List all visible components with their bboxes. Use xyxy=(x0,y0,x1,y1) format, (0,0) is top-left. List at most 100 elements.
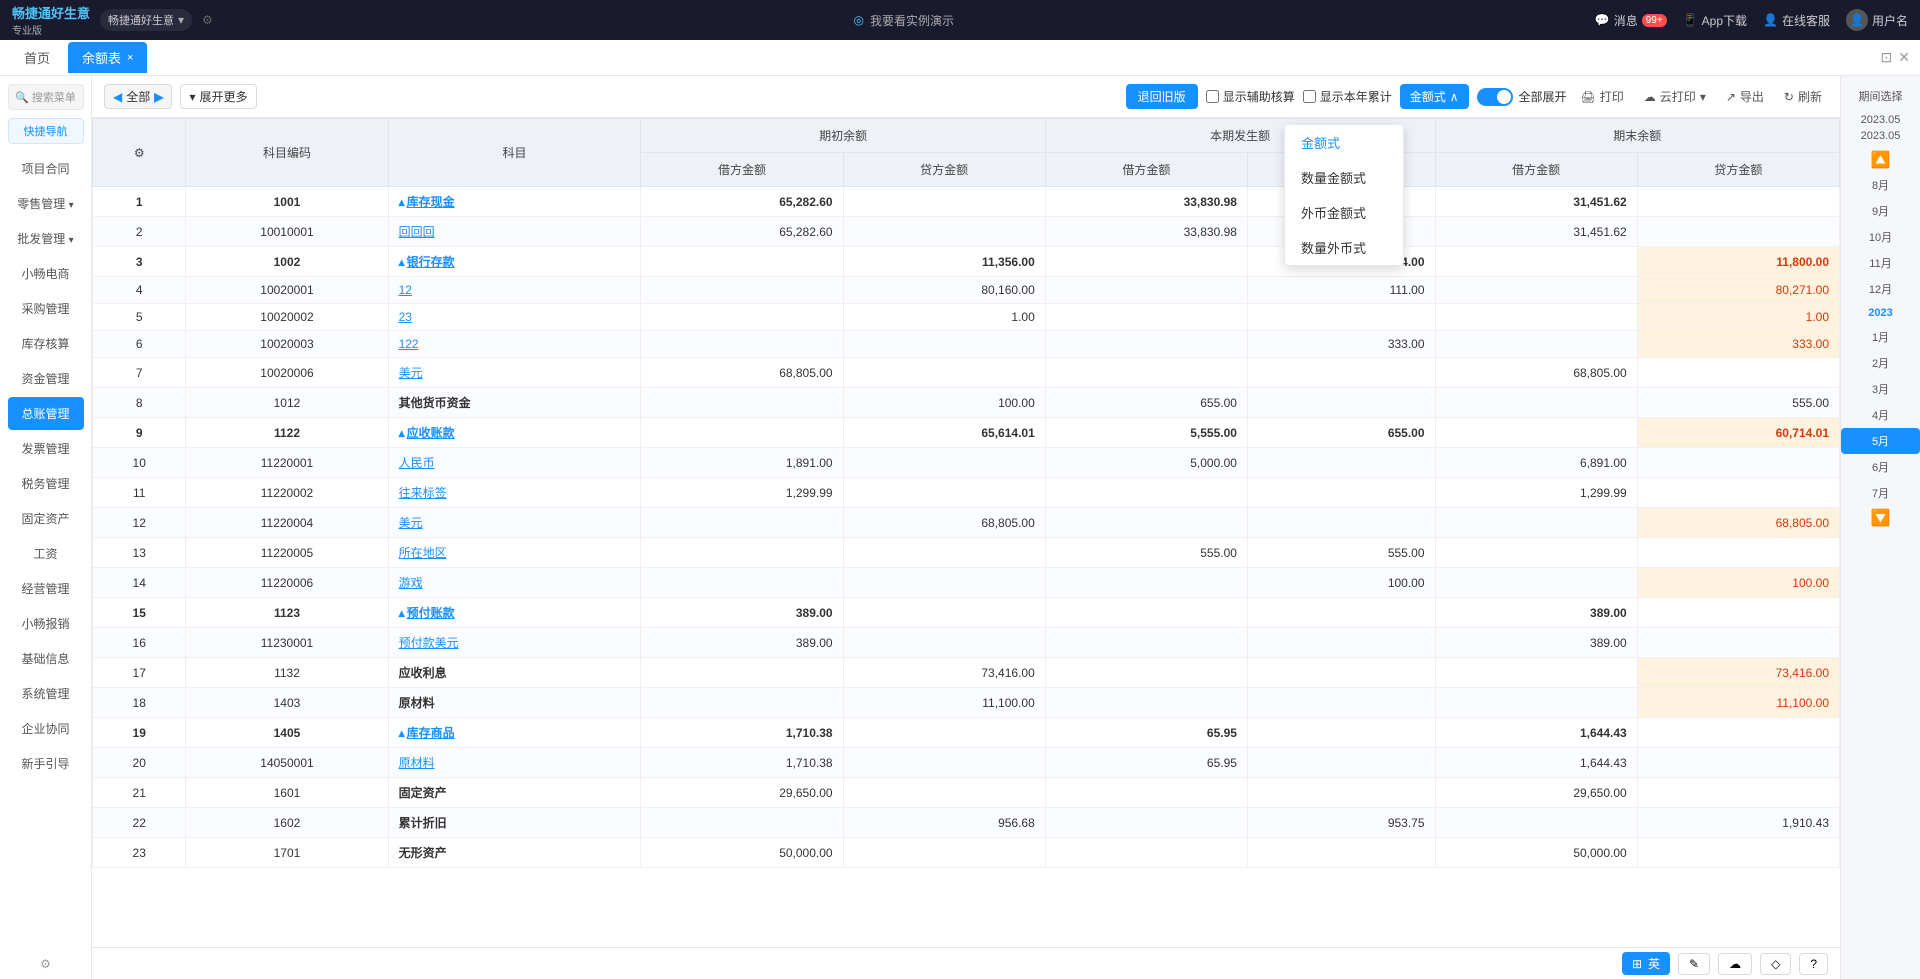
month-6[interactable]: 6月 xyxy=(1841,454,1920,480)
month-1[interactable]: 1月 xyxy=(1841,324,1920,350)
app-download-btn[interactable]: 📱 App下载 xyxy=(1683,12,1747,29)
table-cell-code: 10020002 xyxy=(186,304,388,331)
table-cell-eb-credit xyxy=(1637,478,1839,508)
sidebar-item-basic[interactable]: 基础信息 xyxy=(8,642,84,675)
tab-home[interactable]: 首页 xyxy=(10,42,64,73)
month-10[interactable]: 10月 xyxy=(1841,224,1920,250)
sidebar-item-salary[interactable]: 工资 xyxy=(8,537,84,570)
sidebar-item-smallsale[interactable]: 小畅报销 xyxy=(8,607,84,640)
sidebar-item-operations[interactable]: 经营管理 xyxy=(8,572,84,605)
table-cell-eb-debit xyxy=(1435,331,1637,358)
sidebar-settings-btn[interactable]: ⚙ xyxy=(32,949,59,979)
table-cell-code: 1001 xyxy=(186,187,388,217)
toggle-switch-control[interactable] xyxy=(1477,88,1513,106)
month-11[interactable]: 11月 xyxy=(1841,250,1920,276)
sidebar-search[interactable]: 🔍 搜索菜单 xyxy=(8,84,84,110)
window-close-btn[interactable]: ✕ xyxy=(1898,49,1910,66)
sidebar-item-ecommerce[interactable]: 小畅电商 xyxy=(8,257,84,290)
diamond-btn[interactable]: ◇ xyxy=(1760,953,1791,975)
tab-close-btn[interactable]: × xyxy=(127,52,133,64)
table-cell-ob-credit xyxy=(843,331,1045,358)
table-cell-code: 1012 xyxy=(186,388,388,418)
ytd-checkbox[interactable] xyxy=(1303,90,1316,103)
sidebar-item-retail[interactable]: 零售管理 ▾ xyxy=(8,187,84,220)
sidebar-item-system[interactable]: 系统管理 xyxy=(8,677,84,710)
table-cell-eb-debit: 6,891.00 xyxy=(1435,448,1637,478)
aux-checkbox[interactable] xyxy=(1206,90,1219,103)
table-cell-subject: 固定资产 xyxy=(388,778,641,808)
refresh-btn[interactable]: ↻ 刷新 xyxy=(1778,85,1828,108)
expand-all-toggle[interactable]: 全部展开 xyxy=(1477,88,1567,106)
th-opening-balance: 期初余额 xyxy=(641,119,1045,153)
table-cell-subject: 应收利息 xyxy=(388,658,641,688)
message-btn[interactable]: 💬 消息 99+ xyxy=(1595,12,1667,29)
sidebar-item-accounting[interactable]: 总账管理 xyxy=(8,397,84,430)
sidebar-item-invoice[interactable]: 发票管理 xyxy=(8,432,84,465)
th-settings[interactable]: ⚙ xyxy=(93,119,186,187)
month-3[interactable]: 3月 xyxy=(1841,376,1920,402)
table-cell-curr-credit: 111.00 xyxy=(1247,277,1435,304)
filter-selector[interactable]: ◀ 全部 ▶ xyxy=(104,84,172,109)
cloud-print-btn[interactable]: ☁ 云打印 ▾ xyxy=(1638,85,1712,108)
sidebar-item-project[interactable]: 项目合同 xyxy=(8,152,84,185)
expand-more-btn[interactable]: ▾ 展开更多 xyxy=(180,84,256,109)
demo-banner[interactable]: ◎ 我要看实例演示 xyxy=(854,12,955,29)
month-2[interactable]: 2月 xyxy=(1841,350,1920,376)
table-cell-curr-debit xyxy=(1045,331,1247,358)
user-avatar[interactable]: 👤 用户名 xyxy=(1846,9,1908,31)
table-cell-ob-debit: 29,650.00 xyxy=(641,778,843,808)
balance-table: ⚙ 科目编码 科目 期初余额 本期发生额 期末余额 借方金额 贷方金额 借方金额… xyxy=(92,118,1840,868)
month-5-current[interactable]: 5月 xyxy=(1841,428,1920,454)
edit-btn[interactable]: ✎ xyxy=(1678,953,1710,975)
table-cell-eb-debit xyxy=(1435,277,1637,304)
dropdown-item-amount[interactable]: 金额式 xyxy=(1285,125,1403,160)
ytd-check-label[interactable]: 显示本年累计 xyxy=(1303,88,1392,105)
table-cell-no: 13 xyxy=(93,538,186,568)
sidebar-item-tax[interactable]: 税务管理 xyxy=(8,467,84,500)
online-service-btn[interactable]: 👤 在线客服 xyxy=(1763,12,1830,29)
period-down-btn[interactable]: 🔽 xyxy=(1869,506,1893,530)
period-year1[interactable]: 2023.05 xyxy=(1859,112,1903,128)
sidebar-quick-nav[interactable]: 快捷导航 xyxy=(8,118,84,144)
dropdown-item-foreign-amount[interactable]: 外币金额式 xyxy=(1285,195,1403,230)
month-4[interactable]: 4月 xyxy=(1841,402,1920,428)
month-9[interactable]: 9月 xyxy=(1841,198,1920,224)
input-method-btn[interactable]: ⊞ 英 xyxy=(1622,952,1670,975)
export-btn[interactable]: ↗ 导出 xyxy=(1720,85,1770,108)
export-icon: ↗ xyxy=(1726,90,1736,104)
table-cell-code: 14050001 xyxy=(186,748,388,778)
window-selector[interactable]: 畅捷通好生意 ▾ xyxy=(100,9,192,31)
month-12[interactable]: 12月 xyxy=(1841,276,1920,302)
print-btn[interactable]: 🖨 打印 xyxy=(1575,85,1630,108)
th-subject: 科目 xyxy=(388,119,641,187)
period-up-btn[interactable]: 🔼 xyxy=(1869,148,1893,172)
dropdown-item-quantity-foreign[interactable]: 数量外币式 xyxy=(1285,230,1403,265)
th-ob-debit: 借方金额 xyxy=(641,153,843,187)
sidebar-item-assets[interactable]: 固定资产 xyxy=(8,502,84,535)
table-cell-curr-debit xyxy=(1045,778,1247,808)
month-7[interactable]: 7月 xyxy=(1841,480,1920,506)
table-cell-ob-debit: 1,710.38 xyxy=(641,718,843,748)
table-cell-curr-credit xyxy=(1247,838,1435,868)
sidebar-item-guide[interactable]: 新手引导 xyxy=(8,747,84,780)
sidebar-item-purchase[interactable]: 采购管理 xyxy=(8,292,84,325)
month-8[interactable]: 8月 xyxy=(1841,172,1920,198)
table-cell-ob-credit xyxy=(843,718,1045,748)
tab-balance-sheet[interactable]: 余额表 × xyxy=(68,42,147,73)
amount-style-btn[interactable]: 金额式 ∧ xyxy=(1400,84,1469,109)
back-to-old-version-btn[interactable]: 退回旧版 xyxy=(1126,84,1198,109)
table-cell-ob-debit xyxy=(641,688,843,718)
table-cell-ob-debit xyxy=(641,568,843,598)
sidebar-item-cooperation[interactable]: 企业协同 xyxy=(8,712,84,745)
sidebar-item-capital[interactable]: 资金管理 xyxy=(8,362,84,395)
aux-check-label[interactable]: 显示辅助核算 xyxy=(1206,88,1295,105)
table-cell-ob-debit: 389.00 xyxy=(641,598,843,628)
window-restore-btn[interactable]: ⊡ xyxy=(1881,49,1893,66)
cloud-btn[interactable]: ☁ xyxy=(1718,953,1752,975)
dropdown-item-quantity-amount[interactable]: 数量金额式 xyxy=(1285,160,1403,195)
period-year2[interactable]: 2023.05 xyxy=(1859,128,1903,144)
sidebar-item-inventory[interactable]: 库存核算 xyxy=(8,327,84,360)
settings-icon[interactable]: ⚙ xyxy=(202,13,213,27)
sidebar-item-wholesale[interactable]: 批发管理 ▾ xyxy=(8,222,84,255)
help-btn[interactable]: ? xyxy=(1799,953,1828,975)
